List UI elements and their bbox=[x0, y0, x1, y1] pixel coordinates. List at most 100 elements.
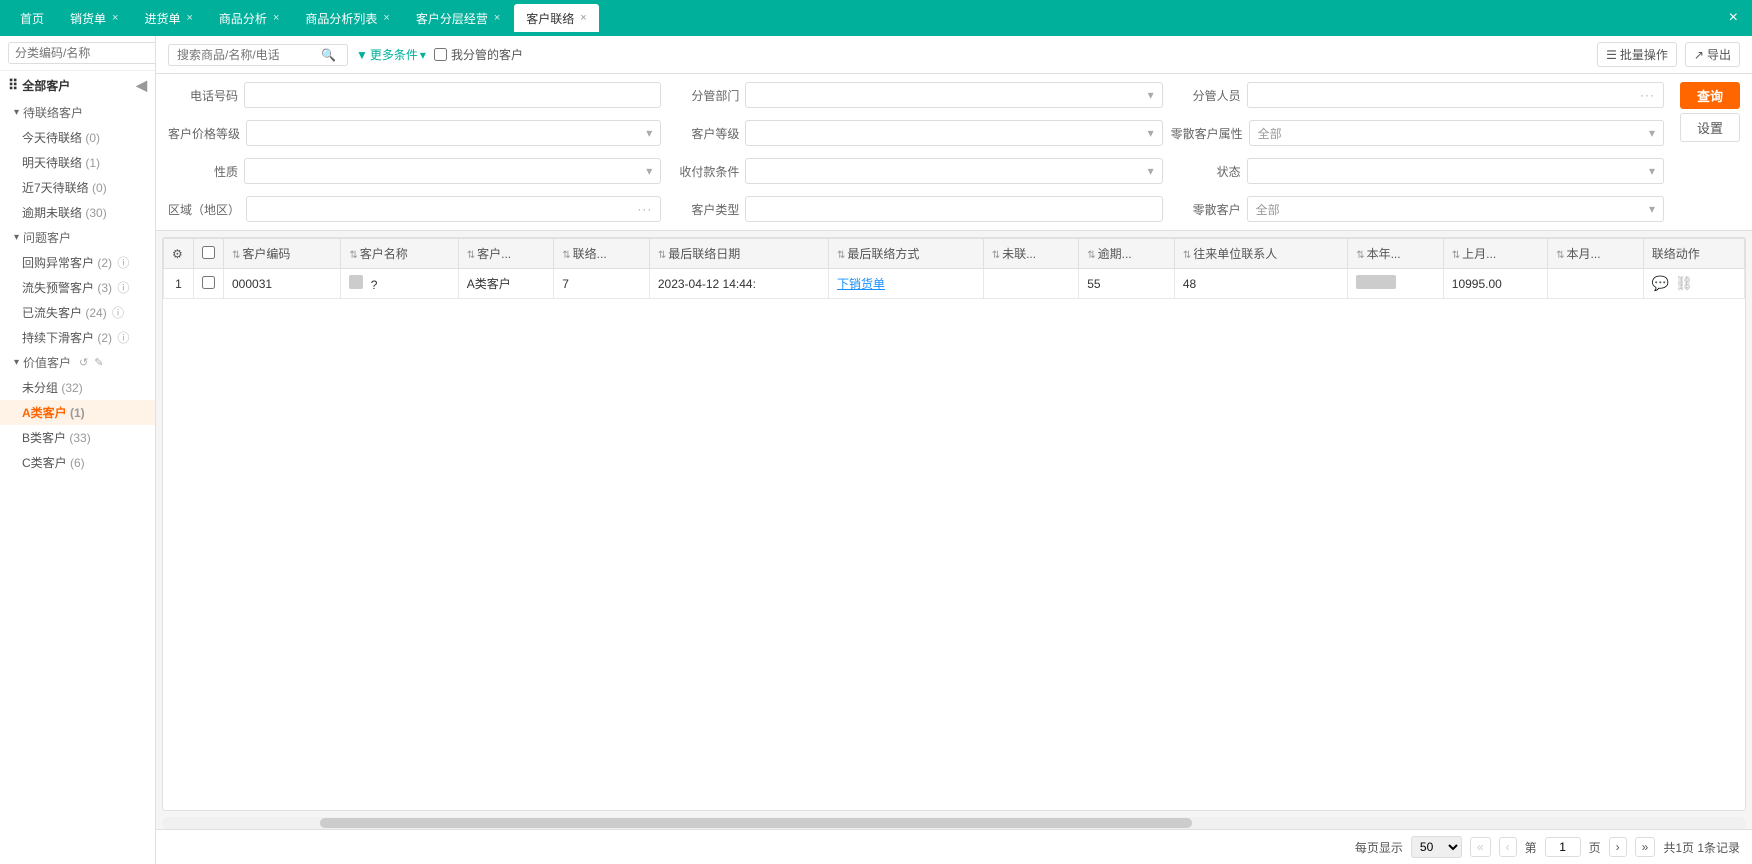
sidebar-item-7days-contact[interactable]: 近7天待联络 (0) bbox=[0, 175, 155, 200]
row-action-icons: 💬 ⛓ bbox=[1643, 269, 1744, 299]
tab-customer-segment[interactable]: 客户分层经营 × bbox=[404, 4, 512, 32]
customer-type-input[interactable] bbox=[745, 196, 1162, 222]
price-grade-field: 客户价格等级 ▾ bbox=[168, 120, 661, 146]
row-contact-count: 7 bbox=[554, 269, 650, 299]
row-checkbox[interactable] bbox=[202, 276, 215, 289]
data-table-container: ⚙ ⇅客户编码 ⇅客户名称 ⇅客户... bbox=[162, 237, 1746, 811]
col-header-last-month[interactable]: ⇅上月... bbox=[1443, 239, 1547, 269]
price-grade-input[interactable]: ▾ bbox=[246, 120, 661, 146]
col-header-action: 联络动作 bbox=[1643, 239, 1744, 269]
tab-sales[interactable]: 销货单 × bbox=[58, 4, 130, 32]
export-button[interactable]: ↗ 导出 bbox=[1685, 42, 1740, 67]
phone-input[interactable] bbox=[244, 82, 661, 108]
region-input[interactable]: ··· bbox=[246, 196, 661, 222]
per-page-select[interactable]: 50 100 200 bbox=[1411, 836, 1462, 858]
first-page-button[interactable]: « bbox=[1470, 837, 1491, 857]
next-page-button[interactable]: › bbox=[1609, 837, 1627, 857]
row-contact-person bbox=[1348, 269, 1444, 299]
customer-type-field: 客户类型 bbox=[669, 196, 1162, 222]
col-header-contact-person[interactable]: ⇅往来单位联系人 bbox=[1174, 239, 1347, 269]
close-tab-product-list[interactable]: × bbox=[383, 12, 389, 24]
status-label: 状态 bbox=[1171, 163, 1241, 180]
sidebar-item-churned[interactable]: 已流失客户 (24) ⓘ bbox=[0, 300, 155, 325]
close-tab-customer-segment[interactable]: × bbox=[494, 12, 500, 24]
pending-contacts-group[interactable]: ▾ 待联络客户 bbox=[0, 100, 155, 125]
col-header-code[interactable]: ⇅客户编码 bbox=[224, 239, 341, 269]
row-last-month bbox=[1548, 269, 1644, 299]
customer-grade-field: 客户等级 ▾ bbox=[669, 120, 1162, 146]
more-conditions-button[interactable]: ▼ 更多条件 ▾ bbox=[356, 46, 426, 63]
customer-grade-input[interactable]: ▾ bbox=[745, 120, 1162, 146]
sidebar-item-c-customers[interactable]: C类客户 (6) bbox=[0, 450, 155, 475]
tab-customer-contact[interactable]: 客户联络 × bbox=[514, 4, 598, 32]
dept-field: 分管部门 ▾ bbox=[669, 82, 1162, 108]
query-button[interactable]: 查询 bbox=[1680, 82, 1740, 109]
sidebar-item-declining[interactable]: 持续下滑客户 (2) ⓘ bbox=[0, 325, 155, 350]
tab-purchase[interactable]: 进货单 × bbox=[132, 4, 204, 32]
column-settings-icon[interactable]: ⚙ bbox=[172, 247, 183, 261]
search-icon[interactable]: 🔍 bbox=[321, 48, 336, 62]
col-header-overdue[interactable]: ⇅逾期... bbox=[1079, 239, 1175, 269]
sidebar-item-ungrouped[interactable]: 未分组 (32) bbox=[0, 375, 155, 400]
col-header-this-month[interactable]: ⇅本月... bbox=[1548, 239, 1644, 269]
close-tab-customer-contact[interactable]: × bbox=[580, 12, 586, 24]
status-input[interactable]: ▾ bbox=[1247, 158, 1664, 184]
col-header-customer-type[interactable]: ⇅客户... bbox=[458, 239, 554, 269]
sidebar-item-overdue-contact[interactable]: 逾期未联络 (30) bbox=[0, 200, 155, 225]
value-customers-group[interactable]: ▾ 价值客户 ↺ ✎ bbox=[0, 350, 155, 375]
scrollbar-thumb[interactable] bbox=[320, 818, 1191, 828]
total-records-label: 共1页 1条记录 bbox=[1663, 839, 1740, 856]
select-all-checkbox[interactable] bbox=[202, 246, 215, 259]
row-code[interactable]: 000031 bbox=[224, 269, 341, 299]
my-customers-checkbox[interactable] bbox=[434, 48, 447, 61]
col-header-last-contact-date[interactable]: ⇅最后联络日期 bbox=[649, 239, 828, 269]
dept-input[interactable]: ▾ bbox=[745, 82, 1162, 108]
problem-customers-group[interactable]: ▾ 问题客户 bbox=[0, 225, 155, 250]
close-tab-sales[interactable]: × bbox=[112, 12, 118, 24]
col-header-this-year[interactable]: ⇅本年... bbox=[1348, 239, 1444, 269]
collapse-sidebar-icon[interactable]: ◀ bbox=[136, 77, 147, 94]
close-tab-purchase[interactable]: × bbox=[186, 12, 192, 24]
sidebar-search-input[interactable] bbox=[8, 42, 156, 64]
retail-attr-input[interactable]: 全部▾ bbox=[1249, 120, 1664, 146]
sidebar-search-area: 🔍 bbox=[0, 36, 155, 71]
sidebar-item-a-customers[interactable]: A类客户 (1) bbox=[0, 400, 155, 425]
search-box[interactable]: 🔍 bbox=[168, 44, 348, 66]
row-checkbox-cell bbox=[194, 269, 224, 299]
sidebar-item-churn-warning[interactable]: 流失预警客户 (3) ⓘ bbox=[0, 275, 155, 300]
settings-col-header[interactable]: ⚙ bbox=[164, 239, 194, 269]
filter-bar: 🔍 ▼ 更多条件 ▾ 我分管的客户 ☰ 批量操作 ↗ 导出 bbox=[156, 36, 1752, 74]
tab-product-analysis[interactable]: 商品分析 × bbox=[207, 4, 291, 32]
col-header-un-contact[interactable]: ⇅未联... bbox=[983, 239, 1079, 269]
all-customers-header[interactable]: ⠿ 全部客户 ◀ bbox=[0, 71, 155, 100]
page-number-input[interactable] bbox=[1545, 837, 1581, 857]
sidebar-item-repurchase-abnormal[interactable]: 回购异常客户 (2) ⓘ bbox=[0, 250, 155, 275]
batch-operation-button[interactable]: ☰ 批量操作 bbox=[1597, 42, 1677, 67]
tab-product-analysis-list[interactable]: 商品分析列表 × bbox=[293, 4, 401, 32]
row-last-contact-method[interactable]: 下销货单 bbox=[828, 269, 983, 299]
person-input[interactable]: ··· bbox=[1247, 82, 1664, 108]
contact-action-icon[interactable]: 💬 bbox=[1652, 275, 1669, 292]
settings-button[interactable]: 设置 bbox=[1680, 113, 1740, 142]
search-input[interactable] bbox=[177, 48, 317, 62]
sidebar-item-b-customers[interactable]: B类客户 (33) bbox=[0, 425, 155, 450]
sidebar-item-today-contact[interactable]: 今天待联络 (0) bbox=[0, 125, 155, 150]
top-navigation: 首页 销货单 × 进货单 × 商品分析 × 商品分析列表 × 客户分层经营 × … bbox=[0, 0, 1752, 36]
row-name[interactable]: ? bbox=[341, 269, 458, 299]
last-page-button[interactable]: » bbox=[1635, 837, 1656, 857]
retail-customer-input[interactable]: 全部▾ bbox=[1247, 196, 1664, 222]
payment-input[interactable]: ▾ bbox=[745, 158, 1162, 184]
col-header-name[interactable]: ⇅客户名称 bbox=[341, 239, 458, 269]
link-action-icon[interactable]: ⛓ bbox=[1675, 275, 1693, 292]
sidebar-item-tomorrow-contact[interactable]: 明天待联络 (1) bbox=[0, 150, 155, 175]
nature-input[interactable]: ▾ bbox=[244, 158, 661, 184]
page-label: 第 bbox=[1525, 839, 1537, 856]
horizontal-scrollbar[interactable] bbox=[162, 817, 1746, 829]
col-header-last-contact-method[interactable]: ⇅最后联络方式 bbox=[828, 239, 983, 269]
tab-home[interactable]: 首页 bbox=[8, 4, 56, 32]
per-page-label: 每页显示 bbox=[1355, 839, 1403, 856]
close-tab-product-analysis[interactable]: × bbox=[273, 12, 279, 24]
col-header-contact-count[interactable]: ⇅联络... bbox=[554, 239, 650, 269]
window-close-button[interactable]: × bbox=[1723, 9, 1744, 27]
prev-page-button[interactable]: ‹ bbox=[1499, 837, 1517, 857]
